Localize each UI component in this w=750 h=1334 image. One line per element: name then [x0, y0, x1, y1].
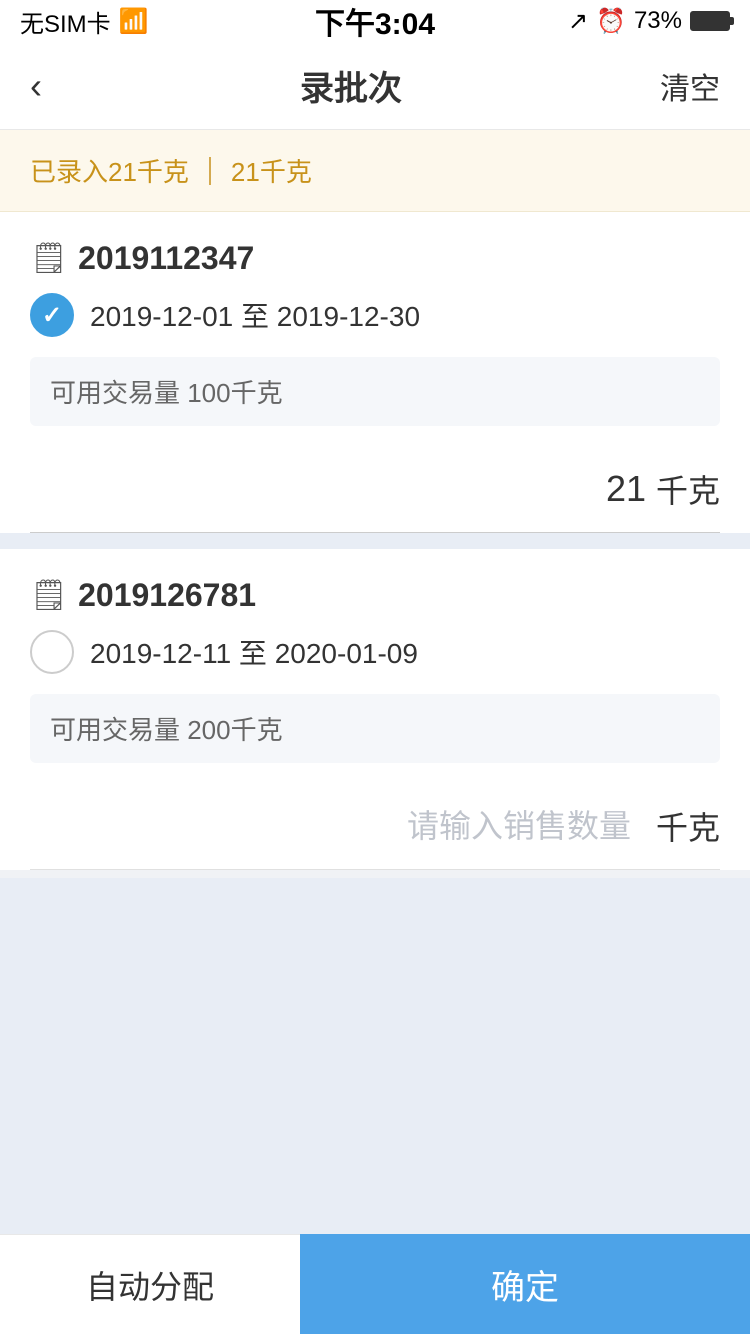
batch2-qty-input[interactable]: [226, 808, 646, 845]
batch2-underline: [30, 869, 720, 870]
batch1-id: 2019112347: [78, 240, 254, 277]
batch1-item: 🗒 2019112347 ✓ 2019-12-01 至 2019-12-30 可…: [0, 212, 750, 426]
status-time: 下午3:04: [315, 0, 435, 43]
batch1-card: 🗒 2019112347 ✓ 2019-12-01 至 2019-12-30 可…: [0, 212, 750, 533]
wifi-icon: 📶: [119, 7, 149, 36]
section-divider: [0, 533, 750, 549]
batch2-date: 2019-12-11 至 2020-01-09: [90, 632, 418, 672]
batch2-icon: 🗒: [30, 578, 68, 613]
info-banner: 已录入21千克 21千克: [0, 130, 750, 212]
batch2-id: 2019126781: [78, 577, 256, 614]
location-icon: ↗: [568, 7, 588, 36]
status-right: ↗ ⏰ 73%: [568, 7, 730, 36]
batch1-check-icon: ✓: [42, 301, 62, 330]
batch2-input-row: 千克: [0, 787, 750, 869]
batch2-qty-unit: 千克: [656, 803, 720, 849]
batch2-item: 🗒 2019126781 ✓ 2019-12-11 至 2020-01-09 可…: [0, 549, 750, 763]
batch1-date-row: ✓ 2019-12-01 至 2019-12-30: [30, 293, 720, 337]
page-title: 录批次: [300, 61, 402, 110]
battery-text: 73%: [634, 7, 682, 35]
batch2-card: 🗒 2019126781 ✓ 2019-12-11 至 2020-01-09 可…: [0, 549, 750, 870]
batch2-available: 可用交易量 200千克: [30, 694, 720, 763]
recorded-label: 已录入21千克: [30, 152, 189, 189]
nav-bar: ‹ 录批次 清空: [0, 42, 750, 130]
sim-text: 无SIM卡: [20, 4, 111, 39]
batch2-check-icon: ✓: [42, 638, 62, 667]
recorded-value: 21千克: [231, 152, 312, 189]
batch1-radio[interactable]: ✓: [30, 293, 74, 337]
batch1-date: 2019-12-01 至 2019-12-30: [90, 295, 420, 335]
batch1-header: 🗒 2019112347: [30, 240, 720, 277]
confirm-button[interactable]: 确定: [300, 1234, 750, 1334]
status-bar: 无SIM卡 📶 下午3:04 ↗ ⏰ 73%: [0, 0, 750, 42]
batch1-icon: 🗒: [30, 241, 68, 276]
batch1-qty-value: 21: [606, 468, 646, 510]
batch2-radio[interactable]: ✓: [30, 630, 74, 674]
batch2-header: 🗒 2019126781: [30, 577, 720, 614]
clear-button[interactable]: 清空: [660, 64, 720, 108]
alarm-icon: ⏰: [596, 7, 626, 36]
back-button[interactable]: ‹: [30, 65, 42, 107]
batch1-available: 可用交易量 100千克: [30, 357, 720, 426]
batch1-qty-row: 21 千克: [0, 450, 750, 532]
auto-distribute-button[interactable]: 自动分配: [0, 1234, 300, 1334]
batch1-qty-unit: 千克: [656, 466, 720, 512]
banner-divider: [209, 157, 211, 185]
batch2-date-row: ✓ 2019-12-11 至 2020-01-09: [30, 630, 720, 674]
battery-icon: [690, 11, 730, 31]
status-left: 无SIM卡 📶: [20, 4, 149, 39]
bottom-bar: 自动分配 确定: [0, 1234, 750, 1334]
